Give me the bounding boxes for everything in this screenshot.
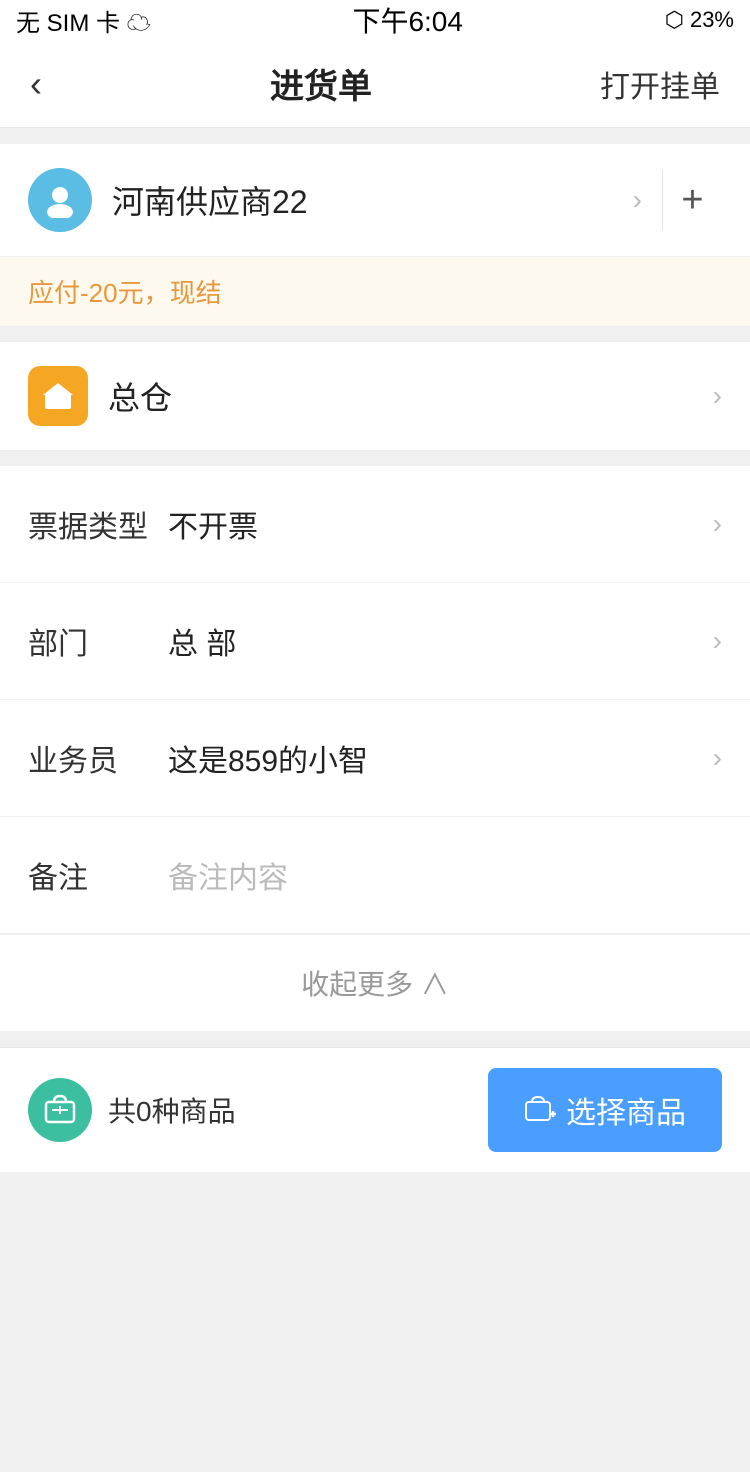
- collapse-button[interactable]: 收起更多 ∧: [0, 934, 750, 1031]
- salesperson-row[interactable]: 业务员 这是859的小智 ›: [0, 700, 750, 817]
- section-gap-3: [0, 450, 750, 466]
- add-supplier-button[interactable]: +: [662, 170, 722, 230]
- supplier-card: 河南供应商22 › + 应付-20元，现结: [0, 144, 750, 326]
- invoice-type-label: 票据类型: [28, 502, 168, 546]
- section-gap-4: [0, 1031, 750, 1047]
- notice-text: 应付-20元，现结: [28, 278, 222, 308]
- open-pending-button[interactable]: 打开挂单: [600, 62, 720, 106]
- select-product-button[interactable]: 选择商品: [488, 1068, 722, 1152]
- battery-text: 23%: [690, 7, 734, 33]
- supplier-avatar: [28, 168, 92, 232]
- supplier-row[interactable]: 河南供应商22 › +: [0, 144, 750, 257]
- sim-signal-text: 无 SIM 卡 ☁: [16, 3, 151, 38]
- warehouse-icon: [28, 366, 88, 426]
- department-row[interactable]: 部门 总 部 ›: [0, 583, 750, 700]
- supplier-chevron-icon: ›: [633, 184, 642, 216]
- page-title: 进货单: [270, 59, 372, 108]
- supplier-name: 河南供应商22: [112, 177, 633, 223]
- status-bar: 无 SIM 卡 ☁ 下午6:04 ⬡ 23%: [0, 0, 750, 40]
- select-product-label: 选择商品: [566, 1088, 686, 1132]
- salesperson-value: 这是859的小智: [168, 736, 713, 780]
- warehouse-chevron-icon: ›: [713, 380, 722, 412]
- department-label: 部门: [28, 619, 168, 663]
- status-left: 无 SIM 卡 ☁: [16, 3, 151, 38]
- notice-bar: 应付-20元，现结: [0, 257, 750, 326]
- section-gap-2: [0, 326, 750, 342]
- back-button[interactable]: ‹: [30, 63, 42, 105]
- invoice-type-row[interactable]: 票据类型 不开票 ›: [0, 466, 750, 583]
- remark-placeholder: 备注内容: [168, 853, 722, 897]
- department-chevron-icon: ›: [713, 625, 722, 657]
- salesperson-chevron-icon: ›: [713, 742, 722, 774]
- collapse-label: 收起更多 ∧: [301, 963, 449, 1003]
- salesperson-label: 业务员: [28, 736, 168, 780]
- invoice-type-chevron-icon: ›: [713, 508, 722, 540]
- nav-bar: ‹ 进货单 打开挂单: [0, 40, 750, 128]
- remark-row[interactable]: 备注 备注内容: [0, 817, 750, 934]
- status-right: ⬡ 23%: [665, 7, 734, 33]
- department-value: 总 部: [168, 619, 713, 663]
- warehouse-card: 总仓 ›: [0, 342, 750, 450]
- status-time: 下午6:04: [352, 0, 463, 40]
- section-gap-1: [0, 128, 750, 144]
- product-icon: [28, 1078, 92, 1142]
- main-content-area: [0, 1172, 750, 1472]
- form-card: 票据类型 不开票 › 部门 总 部 › 业务员 这是859的小智 › 备注 备注…: [0, 466, 750, 1031]
- invoice-type-value: 不开票: [168, 502, 713, 546]
- remark-label: 备注: [28, 853, 168, 897]
- warehouse-name: 总仓: [108, 373, 713, 419]
- product-count-text: 共0种商品: [108, 1090, 488, 1130]
- bottom-bar: 共0种商品 选择商品: [0, 1047, 750, 1172]
- warehouse-row[interactable]: 总仓 ›: [0, 342, 750, 450]
- battery-icon: ⬡: [665, 7, 684, 33]
